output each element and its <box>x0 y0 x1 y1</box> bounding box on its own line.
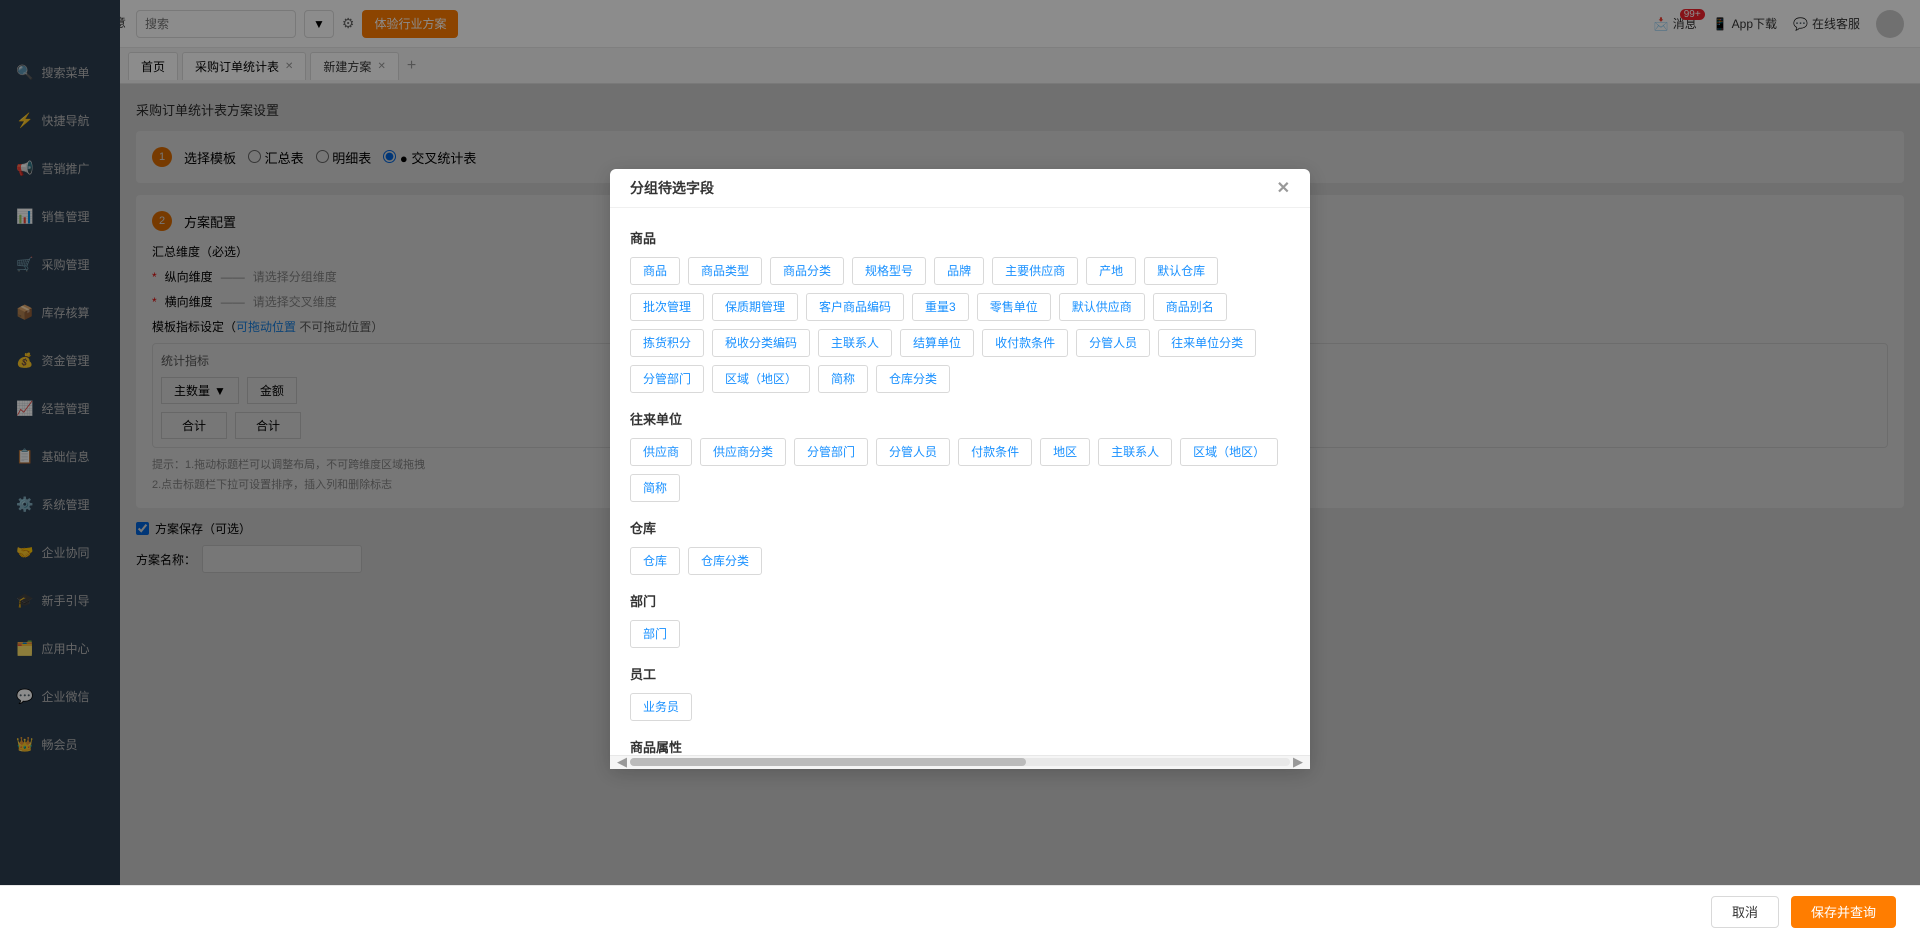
field-tags-counterpart: 供应商 供应商分类 分管部门 分管人员 付款条件 地区 主联系人 区域（地区） … <box>630 438 1290 502</box>
field-tag-dept[interactable]: 部门 <box>630 620 680 648</box>
field-tag-product-type[interactable]: 商品类型 <box>688 257 762 285</box>
field-tag-pick-points[interactable]: 拣货积分 <box>630 329 704 357</box>
field-tag-supervisor2[interactable]: 分管人员 <box>876 438 950 466</box>
save-button[interactable]: 保存并查询 <box>1791 896 1896 928</box>
field-tag-warehouse[interactable]: 仓库 <box>630 547 680 575</box>
section-title-warehouse: 仓库 <box>630 518 1290 537</box>
field-tag-region-counterpart[interactable]: 区域（地区） <box>1180 438 1278 466</box>
field-tag-customer-code[interactable]: 客户商品编码 <box>806 293 904 321</box>
field-tag-product-alias[interactable]: 商品别名 <box>1153 293 1227 321</box>
field-tag-payment-terms[interactable]: 收付款条件 <box>982 329 1068 357</box>
field-tag-settlement-unit[interactable]: 结算单位 <box>900 329 974 357</box>
modal-scrollbar[interactable]: ◀ ▶ <box>610 755 1310 769</box>
field-tag-main-contact2[interactable]: 主联系人 <box>1098 438 1172 466</box>
field-tag-origin[interactable]: 产地 <box>1086 257 1136 285</box>
h-scrollbar-thumb <box>630 758 1026 766</box>
field-tag-main-contact[interactable]: 主联系人 <box>818 329 892 357</box>
field-tag-default-supplier[interactable]: 默认供应商 <box>1059 293 1145 321</box>
field-tag-warehouse-cat[interactable]: 仓库分类 <box>688 547 762 575</box>
modal-overlay: 分组待选字段 ✕ 商品 商品 商品类型 商品分类 规格型号 品牌 主要供应商 产… <box>0 0 1920 937</box>
field-tag-tax-code[interactable]: 税收分类编码 <box>712 329 810 357</box>
field-tag-product-category[interactable]: 商品分类 <box>770 257 844 285</box>
field-tag-area[interactable]: 地区 <box>1040 438 1090 466</box>
field-tag-retail-unit[interactable]: 零售单位 <box>977 293 1051 321</box>
field-tag-payment-conditions[interactable]: 付款条件 <box>958 438 1032 466</box>
field-tag-region-product[interactable]: 区域（地区） <box>712 365 810 393</box>
scroll-left-btn[interactable]: ◀ <box>614 754 630 770</box>
field-tags-warehouse: 仓库 仓库分类 <box>630 547 1290 575</box>
cancel-button[interactable]: 取消 <box>1711 896 1779 928</box>
section-title-employee: 员工 <box>630 664 1290 683</box>
field-tag-weight3[interactable]: 重量3 <box>912 293 969 321</box>
field-tag-short-name2[interactable]: 简称 <box>630 474 680 502</box>
h-scrollbar[interactable] <box>630 758 1290 766</box>
modal-field-select: 分组待选字段 ✕ 商品 商品 商品类型 商品分类 规格型号 品牌 主要供应商 产… <box>610 169 1310 769</box>
field-tag-dept-mgmt2[interactable]: 分管部门 <box>794 438 868 466</box>
modal-header: 分组待选字段 ✕ <box>610 169 1310 208</box>
bottom-bar: 取消 保存并查询 <box>0 885 1920 937</box>
field-tag-supervisor[interactable]: 分管人员 <box>1076 329 1150 357</box>
field-tag-main-supplier[interactable]: 主要供应商 <box>992 257 1078 285</box>
section-title-dept: 部门 <box>630 591 1290 610</box>
field-tag-batch-mgmt[interactable]: 批次管理 <box>630 293 704 321</box>
modal-title: 分组待选字段 <box>630 178 714 198</box>
field-tag-spec-model[interactable]: 规格型号 <box>852 257 926 285</box>
field-tag-short-name[interactable]: 简称 <box>818 365 868 393</box>
field-tag-supplier[interactable]: 供应商 <box>630 438 692 466</box>
field-tags-employee: 业务员 <box>630 693 1290 721</box>
scroll-right-btn[interactable]: ▶ <box>1290 754 1306 770</box>
section-title-counterpart: 往来单位 <box>630 409 1290 428</box>
field-tag-counterpart-category[interactable]: 往来单位分类 <box>1158 329 1256 357</box>
field-tags-product: 商品 商品类型 商品分类 规格型号 品牌 主要供应商 产地 默认仓库 批次管理 … <box>630 257 1290 393</box>
modal-close-btn[interactable]: ✕ <box>1277 178 1290 198</box>
field-tag-warehouse-category[interactable]: 仓库分类 <box>876 365 950 393</box>
modal-body: 商品 商品 商品类型 商品分类 规格型号 品牌 主要供应商 产地 默认仓库 批次… <box>610 208 1310 755</box>
section-title-product: 商品 <box>630 228 1290 247</box>
field-tag-dept-mgmt[interactable]: 分管部门 <box>630 365 704 393</box>
field-tags-dept: 部门 <box>630 620 1290 648</box>
field-tag-brand[interactable]: 品牌 <box>934 257 984 285</box>
field-tag-shelf-life[interactable]: 保质期管理 <box>712 293 798 321</box>
field-tag-supplier-category[interactable]: 供应商分类 <box>700 438 786 466</box>
section-title-product-attr: 商品属性 <box>630 737 1290 755</box>
field-tag-product[interactable]: 商品 <box>630 257 680 285</box>
field-tag-salesperson[interactable]: 业务员 <box>630 693 692 721</box>
field-tag-default-warehouse[interactable]: 默认仓库 <box>1144 257 1218 285</box>
